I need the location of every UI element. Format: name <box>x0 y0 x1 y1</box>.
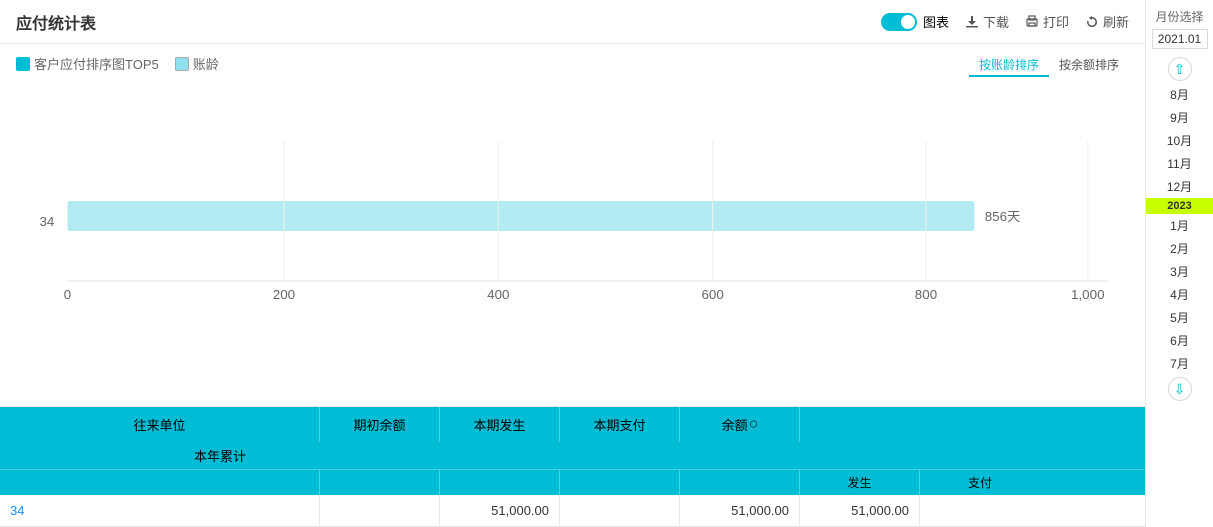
refresh-label: 刷新 <box>1103 12 1129 31</box>
svg-text:800: 800 <box>915 287 937 302</box>
month-item-2月[interactable]: 2月 <box>1146 237 1213 260</box>
month-item-10月[interactable]: 10月 <box>1146 129 1213 152</box>
table-header-row1: 往来单位 期初余额 本期发生 本期支付 余额 ⬡ 本年累计 <box>0 407 1145 469</box>
month-item-8月[interactable]: 8月 <box>1146 83 1213 106</box>
sort-tab-balance[interactable]: 按余额排序 <box>1049 54 1129 77</box>
legend-color-2 <box>175 57 189 71</box>
nav-down-button[interactable]: ⇩ <box>1168 377 1192 401</box>
month-item-5月[interactable]: 5月 <box>1146 306 1213 329</box>
download-button[interactable]: 下载 <box>965 12 1009 31</box>
table-row: 34 51,000.00 51,000.00 51,000.00 <box>0 495 1145 527</box>
chart-toggle-label: 图表 <box>923 12 949 31</box>
table-area: 往来单位 期初余额 本期发生 本期支付 余额 ⬡ 本年累计 发生 支付 34 <box>0 406 1145 527</box>
th-current-pay-sub <box>560 470 680 495</box>
chart-container: 34 856天 0 200 400 600 800 1,000 <box>16 81 1129 371</box>
svg-text:200: 200 <box>273 287 295 302</box>
td-opening <box>320 495 440 526</box>
th-ytd-pay: 支付 <box>920 470 1040 495</box>
download-label: 下载 <box>983 12 1009 31</box>
sort-tab-age[interactable]: 按账龄排序 <box>969 54 1049 77</box>
td-unit: 34 <box>0 495 320 526</box>
svg-text:34: 34 <box>39 214 54 229</box>
nav-up-button[interactable]: ⇧ <box>1168 57 1192 81</box>
svg-text:856天: 856天 <box>985 209 1021 224</box>
month-item-1月[interactable]: 1月 <box>1146 214 1213 237</box>
sidebar-title: 月份选择 <box>1155 8 1203 25</box>
legend-item-1: 客户应付排序图TOP5 <box>16 54 159 73</box>
legend-item-2: 账龄 <box>175 54 219 73</box>
print-icon <box>1025 15 1039 29</box>
td-ytd-occur: 51,000.00 <box>800 495 920 526</box>
table-header-row2: 发生 支付 <box>0 469 1145 495</box>
legend-label-1: 客户应付排序图TOP5 <box>34 54 159 73</box>
chart-toggle-wrap[interactable]: 图表 <box>881 12 949 31</box>
th-balance-sub <box>680 470 800 495</box>
td-balance: 51,000.00 <box>680 495 800 526</box>
download-icon <box>965 15 979 29</box>
th-unit-sub <box>0 470 320 495</box>
print-label: 打印 <box>1043 12 1069 31</box>
refresh-icon <box>1085 15 1099 29</box>
year-marker-2023: 2023 <box>1146 198 1213 214</box>
chart-toggle[interactable] <box>881 13 917 31</box>
month-list: 8月9月10月11月12月20231月2月3月4月5月6月7月 <box>1146 83 1213 375</box>
unit-link[interactable]: 34 <box>10 503 24 518</box>
th-opening-sub <box>320 470 440 495</box>
th-current-occur-sub <box>440 470 560 495</box>
td-ytd-pay <box>920 495 1040 526</box>
year-input[interactable] <box>1152 29 1208 49</box>
td-current-occur: 51,000.00 <box>440 495 560 526</box>
td-current-pay <box>560 495 680 526</box>
svg-text:1,000: 1,000 <box>1071 287 1105 302</box>
svg-text:600: 600 <box>701 287 723 302</box>
th-current-pay: 本期支付 <box>560 407 680 442</box>
th-current-occur: 本期发生 <box>440 407 560 442</box>
sort-tabs: 按账龄排序 按余额排序 <box>969 54 1129 77</box>
month-item-3月[interactable]: 3月 <box>1146 260 1213 283</box>
th-unit: 往来单位 <box>0 407 320 442</box>
chart-svg: 34 856天 0 200 400 600 800 1,000 <box>16 81 1129 361</box>
month-item-7月[interactable]: 7月 <box>1146 352 1213 375</box>
month-item-4月[interactable]: 4月 <box>1146 283 1213 306</box>
legend-label-2: 账龄 <box>193 54 219 73</box>
header-actions: 图表 下载 打印 刷新 <box>881 12 1129 31</box>
th-ytd-group: 本年累计 <box>0 442 440 469</box>
print-button[interactable]: 打印 <box>1025 12 1069 31</box>
th-opening: 期初余额 <box>320 407 440 442</box>
page-title: 应付统计表 <box>16 10 96 34</box>
month-item-6月[interactable]: 6月 <box>1146 329 1213 352</box>
chart-area: 客户应付排序图TOP5 账龄 按账龄排序 按余额排序 34 856天 <box>0 44 1145 406</box>
svg-text:0: 0 <box>64 287 71 302</box>
th-ytd-occur: 发生 <box>800 470 920 495</box>
month-item-9月[interactable]: 9月 <box>1146 106 1213 129</box>
legend-color-1 <box>16 57 30 71</box>
refresh-button[interactable]: 刷新 <box>1085 12 1129 31</box>
month-item-12月[interactable]: 12月 <box>1146 175 1213 198</box>
month-item-11月[interactable]: 11月 <box>1146 152 1213 175</box>
sidebar: 月份选择 ⇧ 8月9月10月11月12月20231月2月3月4月5月6月7月 ⇩ <box>1145 0 1213 527</box>
balance-icon: ⬡ <box>750 419 758 430</box>
svg-text:400: 400 <box>487 287 509 302</box>
th-balance: 余额 ⬡ <box>680 407 800 442</box>
chart-legend: 客户应付排序图TOP5 账龄 <box>16 54 1129 73</box>
